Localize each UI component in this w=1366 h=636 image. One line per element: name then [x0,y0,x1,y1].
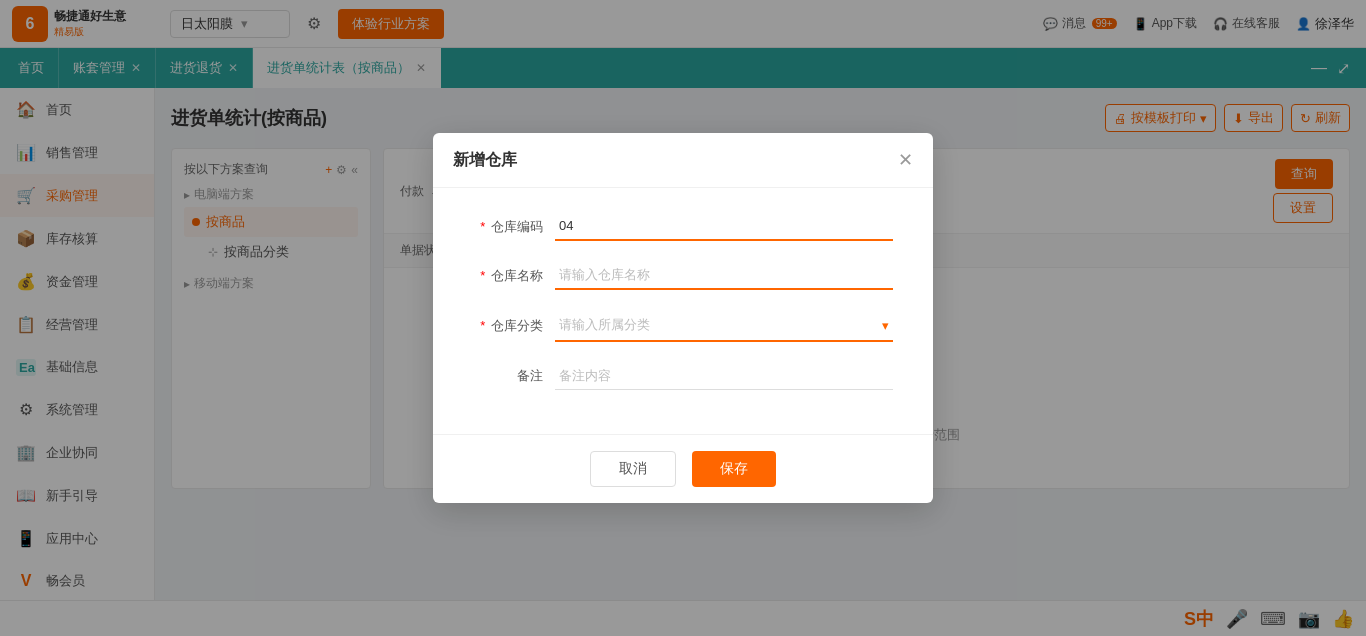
code-input[interactable] [555,212,893,241]
form-row-category: * 仓库分类 请输入所属分类 ▾ [473,310,893,342]
modal-body: * 仓库编码 * 仓库名称 * 仓库分类 请输入所属 [433,188,933,434]
modal-close-btn[interactable]: ✕ [898,149,913,171]
form-row-remark: 备注 [473,362,893,390]
form-row-code: * 仓库编码 [473,212,893,241]
required-star-name: * [480,268,485,283]
modal-footer: 取消 保存 [433,434,933,503]
category-chevron-icon: ▾ [882,318,889,333]
remark-input[interactable] [555,362,893,390]
name-label: * 仓库名称 [473,267,543,285]
modal-header: 新增仓库 ✕ [433,133,933,188]
category-select[interactable]: 请输入所属分类 ▾ [555,310,893,342]
category-label: * 仓库分类 [473,317,543,335]
required-star-code: * [480,219,485,234]
form-row-name: * 仓库名称 [473,261,893,290]
cancel-button[interactable]: 取消 [590,451,676,487]
name-input[interactable] [555,261,893,290]
remark-label: 备注 [473,367,543,385]
save-button[interactable]: 保存 [692,451,776,487]
modal-title: 新增仓库 [453,150,517,171]
add-warehouse-modal: 新增仓库 ✕ * 仓库编码 * 仓库名称 [433,133,933,503]
modal-overlay[interactable]: 新增仓库 ✕ * 仓库编码 * 仓库名称 [0,0,1366,636]
code-label: * 仓库编码 [473,218,543,236]
required-star-category: * [480,318,485,333]
category-placeholder: 请输入所属分类 [559,316,650,334]
